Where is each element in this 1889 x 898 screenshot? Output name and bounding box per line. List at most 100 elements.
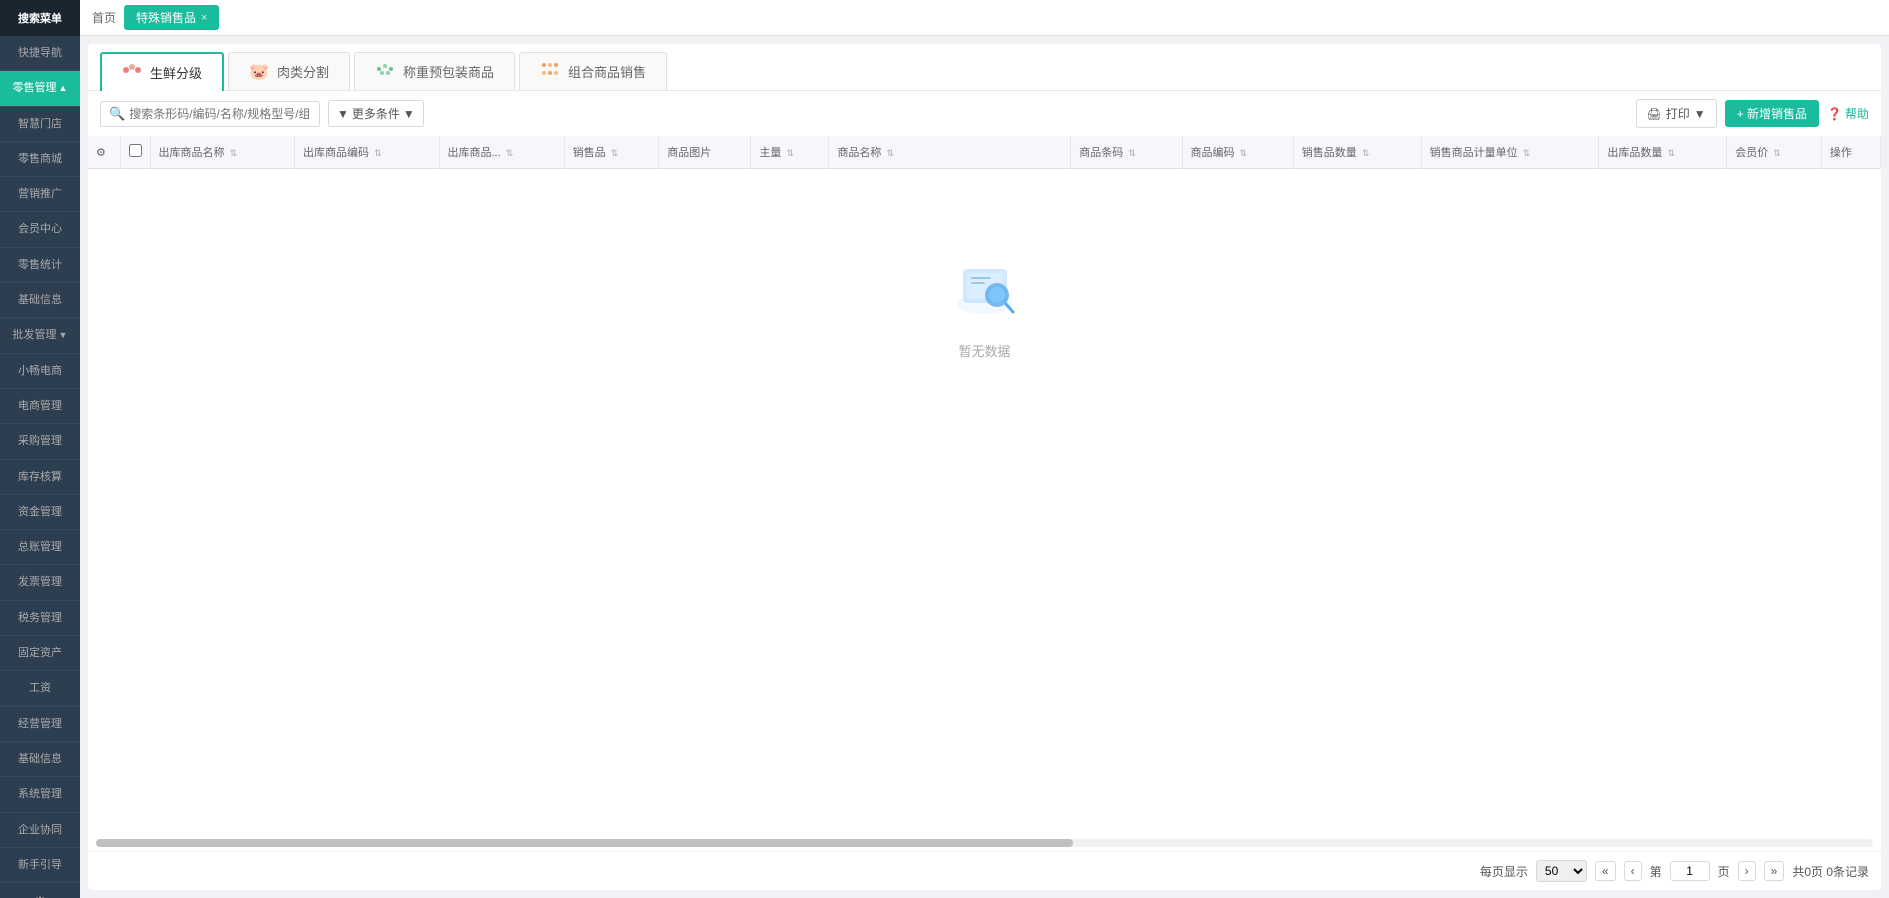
active-tab-breadcrumb[interactable]: 特殊销售品 × [124,5,219,30]
tab-meat-cut[interactable]: 🐷 肉类分割 [228,52,350,90]
horizontal-scrollbar[interactable] [96,839,1873,847]
print-button[interactable]: 🖨 打印 ▼ [1636,99,1717,128]
select-all-checkbox[interactable] [129,144,142,157]
col-out-code[interactable]: 出库商品编码 ⇅ [295,136,440,169]
sidebar-item-ecom-mgmt[interactable]: 电商管理 [0,389,80,424]
col-goods-code[interactable]: 商品编码 ⇅ [1182,136,1293,169]
filter-arrow-icon: ▼ [403,107,415,121]
add-sale-item-button[interactable]: + 新增销售品 [1725,100,1819,127]
add-label: + 新增销售品 [1737,105,1807,122]
sidebar-item-retail-stats[interactable]: 零售统计 [0,248,80,283]
sidebar-item-new-guide[interactable]: 新手引导 [0,848,80,883]
total-info: 共0页 0条记录 [1792,863,1869,880]
sidebar-item-label: 批发管理 [13,328,57,342]
col-settings[interactable]: ⚙ [88,136,120,169]
tab-fresh-grade[interactable]: 生鲜分级 [100,52,224,91]
fresh-grade-icon [122,62,142,83]
sidebar-item-general-ledger[interactable]: 总账管理 [0,530,80,565]
sidebar-item-invoice-mgmt[interactable]: 发票管理 [0,565,80,600]
tab-fresh-grade-label: 生鲜分级 [150,63,202,82]
chevron-down-icon: ▲ [59,83,68,95]
tab-weigh-pack[interactable]: 称重预包装商品 [354,52,515,90]
toolbar: 🔍 ▼ 更多条件 ▼ 🖨 打印 ▼ + 新增销售品 [88,91,1881,136]
close-tab-icon[interactable]: × [201,12,207,24]
sort-icon: ⇅ [1128,148,1136,158]
printer-icon: 🖨 [1647,107,1662,121]
sort-icon: ⇅ [1523,148,1531,158]
sidebar-item-wholesale-mgmt[interactable]: 批发管理 ▼ [0,318,80,353]
sidebar-item-label: 零售统计 [18,258,62,272]
sidebar-item-corp-coop[interactable]: 企业协同 [0,813,80,848]
sidebar-item-purchase-mgmt[interactable]: 采购管理 [0,424,80,459]
sidebar-item-fixed-assets[interactable]: 固定资产 [0,636,80,671]
per-page-select[interactable]: 50 10 20 100 [1536,860,1587,882]
search-box[interactable]: 🔍 [100,101,320,127]
first-page-button[interactable]: « [1595,861,1616,881]
sidebar-item-tax-mgmt[interactable]: 税务管理 [0,601,80,636]
sidebar-item-quick-nav[interactable]: 快捷导航 [0,36,80,71]
sidebar-item-sys-mgmt[interactable]: 系统管理 [0,777,80,812]
sidebar-item-promo[interactable]: 营销推广 [0,177,80,212]
sidebar-item-label: 经营管理 [18,717,62,731]
per-page-label: 每页显示 [1480,863,1528,880]
weigh-pack-icon [375,61,395,82]
sidebar-item-ops-mgmt[interactable]: 经营管理 [0,707,80,742]
sidebar-item-basic-info[interactable]: 基础信息 [0,283,80,318]
col-weight[interactable]: 主量 ⇅ [751,136,829,169]
sidebar-item-mini-ecom[interactable]: 小畅电商 [0,354,80,389]
sidebar-item-retail-mall[interactable]: 零售商城 [0,142,80,177]
col-member-price[interactable]: 会员价 ⇅ [1727,136,1822,169]
col-sale-unit[interactable]: 销售商品计量单位 ⇅ [1421,136,1599,169]
sidebar-item-member[interactable]: 会员中心 [0,212,80,247]
home-breadcrumb[interactable]: 首页 [92,9,116,26]
search-input[interactable] [129,107,309,121]
sidebar-item-finance[interactable]: 资金管理 [0,495,80,530]
col-sale-item[interactable]: 销售品 ⇅ [564,136,659,169]
sidebar-item-label: 智慧门店 [18,117,62,131]
col-checkbox[interactable] [120,136,150,169]
sidebar-item-basic-info2[interactable]: 基础信息 [0,742,80,777]
col-out-name[interactable]: 出库商品名称 ⇅ [150,136,295,169]
filter-button[interactable]: ▼ 更多条件 ▼ [328,100,424,127]
help-button[interactable]: ❓ 帮助 [1827,105,1869,122]
help-label: 帮助 [1845,105,1869,122]
toolbar-right: 🖨 打印 ▼ + 新增销售品 ❓ 帮助 [1636,99,1869,128]
combo-sale-icon [540,61,560,82]
sort-icon: ⇅ [374,148,382,158]
sidebar-item-retail-mgmt[interactable]: 零售管理 ▲ [0,71,80,106]
sidebar-item-smart-store[interactable]: 智慧门店 [0,107,80,142]
sidebar-item-label: 基础信息 [18,752,62,766]
toolbar-left: 🔍 ▼ 更多条件 ▼ [100,100,424,127]
col-out-qty[interactable]: 出库品数量 ⇅ [1599,136,1727,169]
topbar: 首页 特殊销售品 × [80,0,1889,36]
gear-icon[interactable]: ⚙ [0,883,80,898]
tab-meat-cut-label: 肉类分割 [277,62,329,81]
next-page-button[interactable]: › [1738,861,1756,881]
tab-combo-sale[interactable]: 组合商品销售 [519,52,667,90]
sidebar-item-label: 系统管理 [18,787,62,801]
prev-page-button[interactable]: ‹ [1624,861,1642,881]
filter-label: 更多条件 [352,105,400,122]
data-table: ⚙ 出库商品名称 ⇅ 出库商品编码 ⇅ 出库商品... ⇅ [88,136,1881,169]
content-card: 生鲜分级 🐷 肉类分割 称重预包装商品 [88,44,1881,890]
empty-state-icon [945,249,1025,329]
sidebar-item-label: 快捷导航 [18,46,62,60]
sort-icon: ⇅ [611,148,619,158]
scrollbar-thumb[interactable] [96,839,1073,847]
col-sale-qty[interactable]: 销售品数量 ⇅ [1293,136,1421,169]
sidebar-item-label: 营销推广 [18,187,62,201]
col-goods-name[interactable]: 商品名称 ⇅ [829,136,1071,169]
col-out-spec[interactable]: 出库商品... ⇅ [439,136,564,169]
sort-icon: ⇅ [230,148,238,158]
pagination: 每页显示 50 10 20 100 « ‹ 第 页 › » 共0页 0条记录 [88,851,1881,890]
sidebar-item-hr[interactable]: 工资 [0,671,80,706]
last-page-button[interactable]: » [1764,861,1785,881]
empty-text: 暂无数据 [958,341,1010,360]
sidebar-item-inventory[interactable]: 库存核算 [0,460,80,495]
col-img[interactable]: 商品图片 [659,136,751,169]
page-input[interactable] [1670,861,1710,881]
sidebar-item-label: 小畅电商 [18,364,62,378]
col-barcode[interactable]: 商品条码 ⇅ [1071,136,1182,169]
sidebar-item-label: 零售管理 [13,81,57,95]
sidebar-logo[interactable]: 搜索菜单 [0,0,80,36]
